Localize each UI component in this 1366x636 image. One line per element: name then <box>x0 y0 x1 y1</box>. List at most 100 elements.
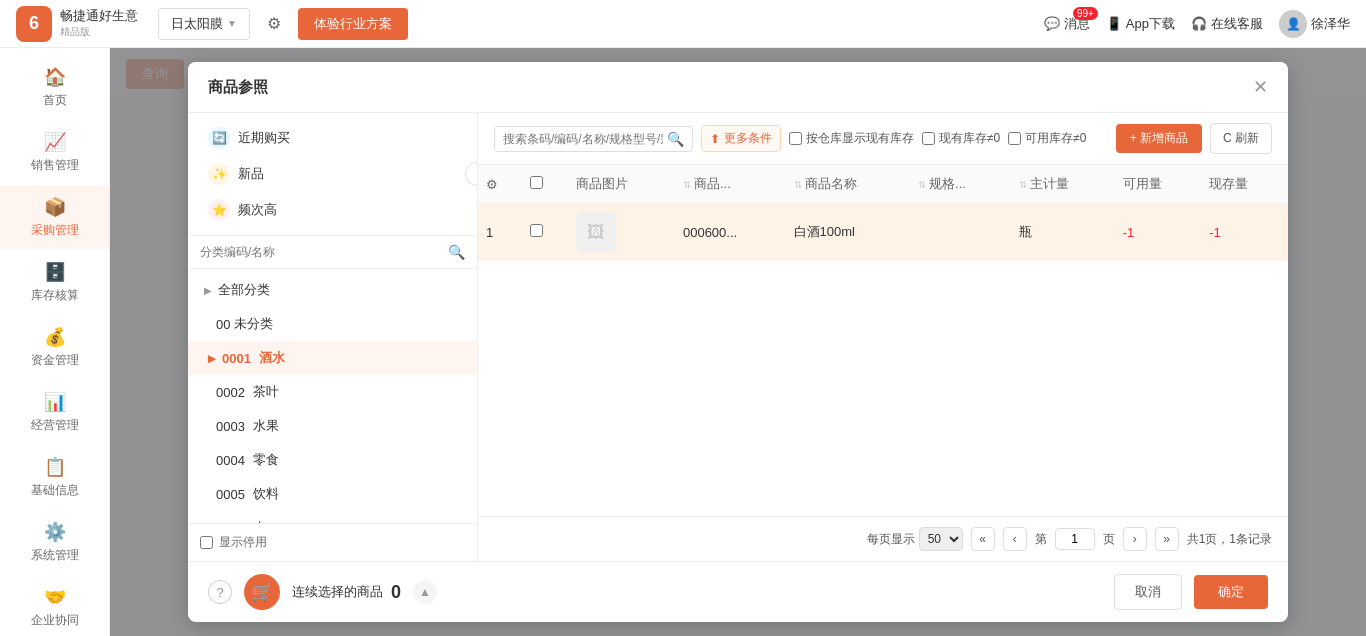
category-item-0001[interactable]: ▶ 0001 酒水 <box>188 341 477 375</box>
category-item-all[interactable]: ▶ 全部分类 <box>188 273 477 307</box>
sidebar-item-finance[interactable]: 💰 资金管理 <box>0 316 109 379</box>
available-stock-checkbox[interactable] <box>1008 132 1021 145</box>
th-stock: 现存量 <box>1201 165 1288 204</box>
system-icon: ⚙️ <box>44 521 66 543</box>
sidebar-item-collab[interactable]: 🤝 企业协同 <box>0 576 109 636</box>
sales-icon: 📈 <box>44 131 66 153</box>
row-unit: 瓶 <box>1011 204 1115 261</box>
trial-button[interactable]: 体验行业方案 <box>298 8 408 40</box>
help-icon[interactable]: ? <box>208 580 232 604</box>
add-product-button[interactable]: + 新增商品 <box>1116 124 1202 153</box>
row-check <box>522 204 568 261</box>
cart-icon[interactable]: 🛒 <box>244 574 280 610</box>
available-stock-filter[interactable]: 可用库存≠0 <box>1008 130 1086 147</box>
sidebar-item-business[interactable]: 📊 经营管理 <box>0 381 109 444</box>
row-checkbox[interactable] <box>530 224 543 237</box>
store-dropdown[interactable]: 日太阳膜 ▼ <box>158 8 250 40</box>
message-icon: 💬 <box>1044 16 1060 31</box>
category-search-icon[interactable]: 🔍 <box>448 244 465 260</box>
th-stock-label: 现存量 <box>1209 175 1248 193</box>
page-number-input[interactable] <box>1055 528 1095 550</box>
sidebar-item-home[interactable]: 🏠 首页 <box>0 56 109 119</box>
search-icon[interactable]: 🔍 <box>667 131 684 147</box>
category-item-0003[interactable]: 0003 水果 <box>188 409 477 443</box>
next-page-button[interactable]: › <box>1123 527 1147 551</box>
category-item-0005[interactable]: 0005 饮料 <box>188 477 477 511</box>
more-filter-button[interactable]: ⬆ 更多条件 <box>701 125 781 152</box>
th-code[interactable]: ⇅ 商品... <box>675 165 786 204</box>
settings-icon[interactable]: ⚙ <box>258 8 290 40</box>
sort-icon-spec: ⇅ <box>918 179 926 190</box>
product-table-area: ⚙ 商品图片 <box>478 165 1288 516</box>
show-disabled-checkbox[interactable] <box>200 536 213 549</box>
cat-code-0001: 0001 <box>222 351 251 366</box>
th-img: 商品图片 <box>568 165 675 204</box>
warehouse-stock-filter[interactable]: 按仓库显示现有库存 <box>789 130 914 147</box>
collapse-bottom-icon[interactable]: ▲ <box>413 580 437 604</box>
warehouse-stock-checkbox[interactable] <box>789 132 802 145</box>
sidebar-label-inventory: 库存核算 <box>31 287 79 304</box>
modal-close-icon[interactable]: ✕ <box>1253 76 1268 98</box>
sidebar-item-purchase[interactable]: 📦 采购管理 <box>0 186 109 249</box>
quick-link-freq[interactable]: ⭐ 频次高 <box>200 193 465 227</box>
cancel-button[interactable]: 取消 <box>1114 574 1182 610</box>
basic-info-icon: 📋 <box>44 456 66 478</box>
service-nav-item[interactable]: 🎧 在线客服 <box>1191 15 1263 33</box>
cat-arrow-0001-icon: ▶ <box>208 353 216 364</box>
sidebar-item-sales[interactable]: 📈 销售管理 <box>0 121 109 184</box>
app-download-nav-item[interactable]: 📱 App下载 <box>1106 15 1175 33</box>
business-icon: 📊 <box>44 391 66 413</box>
category-item-0008[interactable]: 0008 水 <box>188 511 477 523</box>
available-stock-label: 可用库存≠0 <box>1025 130 1086 147</box>
cat-code-0003: 0003 <box>216 419 245 434</box>
current-stock-checkbox[interactable] <box>922 132 935 145</box>
product-search-input[interactable] <box>503 132 663 146</box>
sidebar-item-inventory[interactable]: 🗄️ 库存核算 <box>0 251 109 314</box>
sidebar-label-purchase: 采购管理 <box>31 222 79 239</box>
sidebar-item-system[interactable]: ⚙️ 系统管理 <box>0 511 109 574</box>
collab-icon: 🤝 <box>44 586 66 608</box>
th-settings: ⚙ <box>478 165 522 204</box>
sidebar-item-basic-info[interactable]: 📋 基础信息 <box>0 446 109 509</box>
table-row[interactable]: 1 🖼 000600... 白酒100ml <box>478 204 1288 261</box>
th-spec-label: 规格... <box>929 175 966 193</box>
confirm-button[interactable]: 确定 <box>1194 575 1268 609</box>
home-icon: 🏠 <box>44 66 66 88</box>
first-page-button[interactable]: « <box>971 527 995 551</box>
sidebar-label-business: 经营管理 <box>31 417 79 434</box>
headset-icon: 🎧 <box>1191 16 1207 31</box>
show-disabled-label: 显示停用 <box>219 534 267 551</box>
th-name[interactable]: ⇅ 商品名称 <box>786 165 910 204</box>
page-unit: 页 <box>1103 531 1115 548</box>
page-size-dropdown[interactable]: 50 <box>919 527 963 551</box>
collapse-panel-icon[interactable]: 《 <box>465 162 478 186</box>
sort-icon-name: ⇅ <box>794 179 802 190</box>
page-size-select: 每页显示 50 <box>867 527 963 551</box>
category-item-0004[interactable]: 0004 零食 <box>188 443 477 477</box>
current-stock-filter[interactable]: 现有库存≠0 <box>922 130 1000 147</box>
expand-arrow-icon: ▶ <box>204 285 212 296</box>
cat-name-0004: 零食 <box>253 451 279 469</box>
selected-info: 连续选择的商品 0 <box>292 582 401 603</box>
refresh-button[interactable]: C 刷新 <box>1210 123 1272 154</box>
inventory-icon: 🗄️ <box>44 261 66 283</box>
messages-nav-item[interactable]: 💬 消息 99+ <box>1044 15 1090 33</box>
category-search-input[interactable] <box>200 245 444 259</box>
quick-link-new-label: 新品 <box>238 165 264 183</box>
table-header-row: ⚙ 商品图片 <box>478 165 1288 204</box>
logo-icon: 6 <box>16 6 52 42</box>
quick-link-recent[interactable]: 🔄 近期购买 <box>200 121 465 155</box>
category-list: ▶ 全部分类 00 未分类 ▶ 0001 酒水 <box>188 269 477 523</box>
user-nav-item[interactable]: 👤 徐泽华 <box>1279 10 1350 38</box>
th-unit[interactable]: ⇅ 主计量 <box>1011 165 1115 204</box>
quick-link-new[interactable]: ✨ 新品 <box>200 157 465 191</box>
last-page-button[interactable]: » <box>1155 527 1179 551</box>
selected-text: 连续选择的商品 <box>292 583 383 601</box>
th-img-label: 商品图片 <box>576 175 628 193</box>
select-all-checkbox[interactable] <box>530 176 543 189</box>
th-spec[interactable]: ⇅ 规格... <box>910 165 1011 204</box>
category-item-0002[interactable]: 0002 茶叶 <box>188 375 477 409</box>
logo-subtitle: 精品版 <box>60 25 138 39</box>
category-item-00[interactable]: 00 未分类 <box>188 307 477 341</box>
prev-page-button[interactable]: ‹ <box>1003 527 1027 551</box>
